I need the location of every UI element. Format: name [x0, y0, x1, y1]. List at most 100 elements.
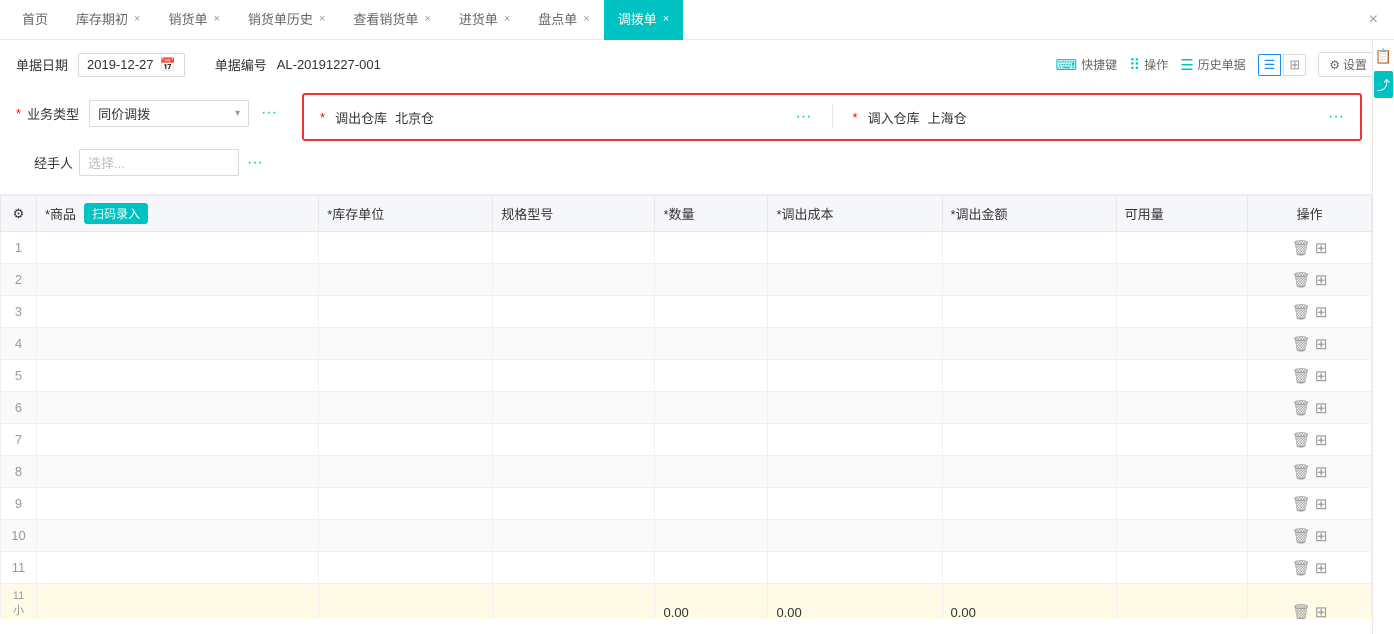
calendar-icon[interactable]: 📅: [160, 57, 176, 73]
row-product[interactable]: [37, 232, 319, 264]
row-qty[interactable]: [655, 232, 768, 264]
tab-view-sales[interactable]: 查看销货单 ×: [339, 0, 444, 40]
row-spec[interactable]: [493, 456, 655, 488]
grid-view-button[interactable]: ⊞: [1283, 54, 1306, 76]
date-input[interactable]: 2019-12-27 📅: [78, 53, 185, 77]
tab-inventory[interactable]: 盘点单 ×: [524, 0, 603, 40]
subtotal-delete-icon[interactable]: 🗑: [1292, 603, 1311, 619]
copy-icon[interactable]: ⊞: [1315, 559, 1328, 577]
row-amount[interactable]: [942, 488, 1116, 520]
copy-icon[interactable]: ⊞: [1315, 271, 1328, 289]
row-unit[interactable]: [319, 392, 493, 424]
row-product[interactable]: [37, 392, 319, 424]
row-product[interactable]: [37, 488, 319, 520]
row-product[interactable]: [37, 328, 319, 360]
row-product[interactable]: [37, 424, 319, 456]
row-spec[interactable]: [493, 488, 655, 520]
row-qty[interactable]: [655, 424, 768, 456]
manager-select[interactable]: 选择...: [79, 149, 239, 176]
row-qty[interactable]: [655, 520, 768, 552]
manager-more-icon[interactable]: ···: [247, 154, 263, 172]
row-cost[interactable]: [768, 296, 942, 328]
biz-more-icon[interactable]: ···: [261, 104, 277, 122]
row-spec[interactable]: [493, 264, 655, 296]
row-cost[interactable]: [768, 488, 942, 520]
row-cost[interactable]: [768, 456, 942, 488]
row-unit[interactable]: [319, 264, 493, 296]
settings-button[interactable]: ⚙ 设置: [1318, 52, 1378, 77]
tab-close-transfer[interactable]: ×: [663, 13, 669, 25]
copy-icon[interactable]: ⊞: [1315, 431, 1328, 449]
row-cost[interactable]: [768, 264, 942, 296]
copy-icon[interactable]: ⊞: [1315, 239, 1328, 257]
row-spec[interactable]: [493, 328, 655, 360]
row-cost[interactable]: [768, 392, 942, 424]
delete-icon[interactable]: 🗑: [1292, 527, 1311, 545]
tab-sales-history[interactable]: 销货单历史 ×: [234, 0, 339, 40]
row-qty[interactable]: [655, 392, 768, 424]
row-available[interactable]: [1116, 392, 1248, 424]
row-cost[interactable]: [768, 328, 942, 360]
row-amount[interactable]: [942, 296, 1116, 328]
delete-icon[interactable]: 🗑: [1292, 463, 1311, 481]
delete-icon[interactable]: 🗑: [1292, 559, 1311, 577]
row-available[interactable]: [1116, 360, 1248, 392]
row-product[interactable]: [37, 264, 319, 296]
row-amount[interactable]: [942, 392, 1116, 424]
row-cost[interactable]: [768, 232, 942, 264]
row-unit[interactable]: [319, 296, 493, 328]
row-available[interactable]: [1116, 456, 1248, 488]
row-spec[interactable]: [493, 552, 655, 584]
copy-icon[interactable]: ⊞: [1315, 495, 1328, 513]
row-amount[interactable]: [942, 456, 1116, 488]
copy-icon[interactable]: ⊞: [1315, 527, 1328, 545]
row-cost[interactable]: [768, 520, 942, 552]
tab-close-inventory-init[interactable]: ×: [134, 13, 140, 25]
row-spec[interactable]: [493, 296, 655, 328]
delete-icon[interactable]: 🗑: [1292, 399, 1311, 417]
sidebar-external-icon[interactable]: ⤴: [1374, 71, 1393, 98]
row-unit[interactable]: [319, 552, 493, 584]
list-view-button[interactable]: ☰: [1258, 54, 1282, 76]
subtotal-copy-icon[interactable]: ⊞: [1315, 603, 1328, 619]
row-amount[interactable]: [942, 264, 1116, 296]
tab-close-view-sales[interactable]: ×: [424, 13, 430, 25]
copy-icon[interactable]: ⊞: [1315, 463, 1328, 481]
row-amount[interactable]: [942, 424, 1116, 456]
row-qty[interactable]: [655, 360, 768, 392]
row-unit[interactable]: [319, 232, 493, 264]
row-qty[interactable]: [655, 328, 768, 360]
row-available[interactable]: [1116, 328, 1248, 360]
operation-button[interactable]: ⠿ 操作: [1129, 56, 1168, 74]
row-available[interactable]: [1116, 232, 1248, 264]
delete-icon[interactable]: 🗑: [1292, 271, 1311, 289]
row-available[interactable]: [1116, 520, 1248, 552]
row-unit[interactable]: [319, 424, 493, 456]
delete-icon[interactable]: 🗑: [1292, 367, 1311, 385]
row-available[interactable]: [1116, 552, 1248, 584]
tab-close-inventory[interactable]: ×: [583, 13, 589, 25]
tab-home[interactable]: 首页: [8, 0, 62, 40]
row-qty[interactable]: [655, 488, 768, 520]
copy-icon[interactable]: ⊞: [1315, 303, 1328, 321]
copy-icon[interactable]: ⊞: [1315, 367, 1328, 385]
row-qty[interactable]: [655, 296, 768, 328]
tab-purchase-order[interactable]: 进货单 ×: [445, 0, 524, 40]
row-qty[interactable]: [655, 264, 768, 296]
row-available[interactable]: [1116, 296, 1248, 328]
delete-icon[interactable]: 🗑: [1292, 239, 1311, 257]
row-product[interactable]: [37, 360, 319, 392]
close-all-tabs[interactable]: ×: [1361, 7, 1386, 33]
row-product[interactable]: [37, 456, 319, 488]
copy-icon[interactable]: ⊞: [1315, 399, 1328, 417]
row-unit[interactable]: [319, 456, 493, 488]
biz-select[interactable]: 同价调拨 ▾: [89, 100, 249, 127]
row-unit[interactable]: [319, 360, 493, 392]
row-cost[interactable]: [768, 552, 942, 584]
delete-icon[interactable]: 🗑: [1292, 303, 1311, 321]
row-qty[interactable]: [655, 456, 768, 488]
row-amount[interactable]: [942, 232, 1116, 264]
row-spec[interactable]: [493, 392, 655, 424]
delete-icon[interactable]: 🗑: [1292, 335, 1311, 353]
row-spec[interactable]: [493, 360, 655, 392]
